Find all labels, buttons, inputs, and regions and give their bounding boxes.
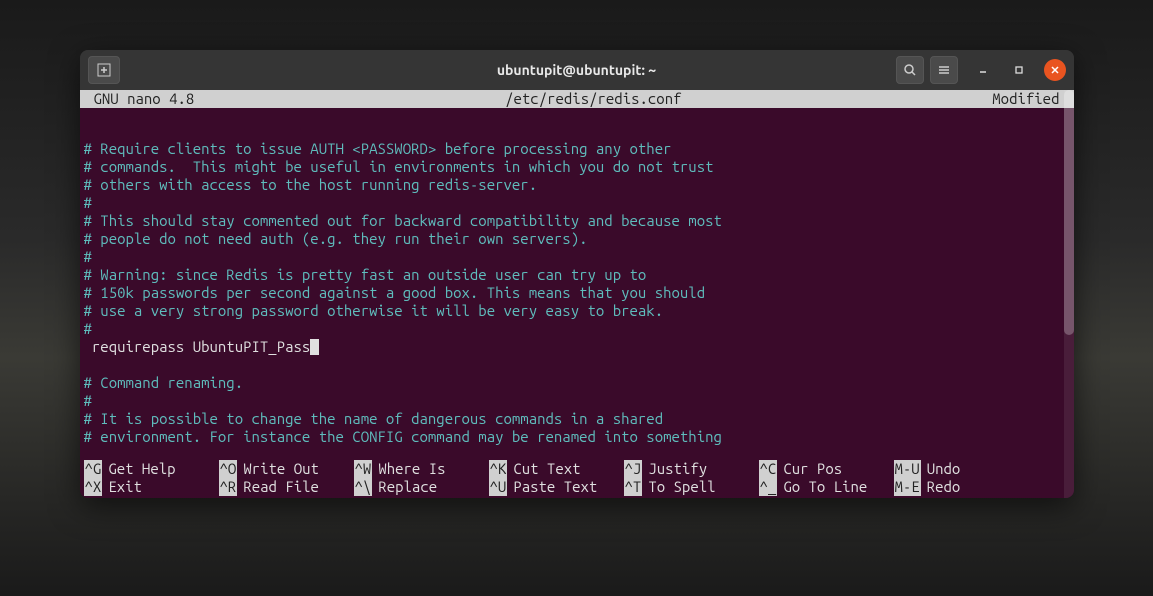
cursor bbox=[310, 339, 319, 355]
shortcut-label: Undo bbox=[927, 460, 961, 478]
nano-shortcuts: ^G Get Help ^O Write Out ^W Where Is ^K Cut Tex… bbox=[80, 446, 1074, 498]
comment-line: # others with access to the host running… bbox=[80, 176, 1074, 194]
shortcut-label: Get Help bbox=[108, 460, 175, 478]
new-tab-button[interactable] bbox=[88, 56, 120, 84]
shortcut-label: Paste Text bbox=[513, 478, 597, 496]
shortcut-item: ^R Read File bbox=[219, 478, 354, 496]
shortcut-item: ^\ Replace bbox=[354, 478, 489, 496]
shortcut-key: ^K bbox=[489, 460, 508, 478]
shortcut-label: Cur Pos bbox=[783, 460, 842, 478]
shortcut-key: ^R bbox=[219, 478, 238, 496]
nano-header: GNU nano 4.8 /etc/redis/redis.conf Modif… bbox=[80, 90, 1074, 108]
shortcut-key: ^\ bbox=[354, 478, 373, 496]
shortcut-item: ^U Paste Text bbox=[489, 478, 624, 496]
shortcut-item: ^C Cur Pos bbox=[759, 460, 894, 478]
close-button[interactable] bbox=[1044, 59, 1066, 81]
shortcut-label: Cut Text bbox=[513, 460, 580, 478]
scrollbar-thumb[interactable] bbox=[1064, 90, 1074, 335]
shortcut-key: ^U bbox=[489, 478, 508, 496]
shortcut-key: M-U bbox=[894, 460, 921, 478]
window-title: ubuntupit@ubuntupit: ~ bbox=[497, 62, 656, 78]
shortcut-label: Exit bbox=[108, 478, 142, 496]
comment-line: # This should stay commented out for bac… bbox=[80, 212, 1074, 230]
shortcut-item: ^_ Go To Line bbox=[759, 478, 894, 496]
shortcut-item: M-E Redo bbox=[894, 478, 1029, 496]
scrollbar[interactable] bbox=[1064, 90, 1074, 498]
shortcut-item: ^K Cut Text bbox=[489, 460, 624, 478]
shortcut-label: Write Out bbox=[243, 460, 319, 478]
shortcut-item: ^G Get Help bbox=[84, 460, 219, 478]
comment-line: # 150k passwords per second against a go… bbox=[80, 284, 1074, 302]
shortcut-key: ^C bbox=[759, 460, 778, 478]
terminal-area[interactable]: GNU nano 4.8 /etc/redis/redis.conf Modif… bbox=[80, 90, 1074, 498]
shortcut-label: Redo bbox=[927, 478, 961, 496]
comment-line: # use a very strong password otherwise i… bbox=[80, 302, 1074, 320]
comment-line: # people do not need auth (e.g. they run… bbox=[80, 230, 1074, 248]
shortcut-label: Go To Line bbox=[783, 478, 867, 496]
comment-line: # Command renaming. bbox=[80, 374, 1074, 392]
shortcut-label: Read File bbox=[243, 478, 319, 496]
comment-line: # bbox=[80, 194, 1074, 212]
shortcut-label: To Spell bbox=[648, 478, 715, 496]
shortcut-key: ^O bbox=[219, 460, 238, 478]
terminal-window: ubuntupit@ubuntupit: ~ GNU nano 4.8 /etc… bbox=[80, 50, 1074, 498]
shortcut-item: ^W Where Is bbox=[354, 460, 489, 478]
shortcut-item: M-U Undo bbox=[894, 460, 1029, 478]
minimize-button[interactable] bbox=[972, 59, 994, 81]
editor-body[interactable]: # Require clients to issue AUTH <PASSWOR… bbox=[80, 108, 1074, 446]
comment-line: # It is possible to change the name of d… bbox=[80, 410, 1074, 428]
shortcut-item: ^O Write Out bbox=[219, 460, 354, 478]
comment-line: # bbox=[80, 320, 1074, 338]
comment-line: # bbox=[80, 248, 1074, 266]
shortcut-label: Justify bbox=[648, 460, 707, 478]
titlebar: ubuntupit@ubuntupit: ~ bbox=[80, 50, 1074, 90]
shortcut-key: ^_ bbox=[759, 478, 778, 496]
shortcut-key: ^X bbox=[84, 478, 103, 496]
shortcut-key: ^W bbox=[354, 460, 373, 478]
shortcut-item: ^J Justify bbox=[624, 460, 759, 478]
comment-line: # environment. For instance the CONFIG c… bbox=[80, 428, 1074, 446]
file-status: Modified bbox=[992, 90, 1059, 108]
current-line: requirepass UbuntuPIT_Pass bbox=[80, 338, 1074, 356]
comment-line: # bbox=[80, 392, 1074, 410]
maximize-button[interactable] bbox=[1008, 59, 1030, 81]
shortcut-key: M-E bbox=[894, 478, 921, 496]
shortcut-label: Where Is bbox=[378, 460, 445, 478]
comment-line: # commands. This might be useful in envi… bbox=[80, 158, 1074, 176]
menu-button[interactable] bbox=[930, 56, 958, 84]
file-path: /etc/redis/redis.conf bbox=[505, 90, 681, 108]
comment-line: # Warning: since Redis is pretty fast an… bbox=[80, 266, 1074, 284]
shortcut-key: ^J bbox=[624, 460, 643, 478]
shortcut-item: ^X Exit bbox=[84, 478, 219, 496]
shortcut-key: ^G bbox=[84, 460, 103, 478]
comment-line: # Require clients to issue AUTH <PASSWOR… bbox=[80, 140, 1074, 158]
search-button[interactable] bbox=[896, 56, 924, 84]
shortcut-item: ^T To Spell bbox=[624, 478, 759, 496]
editor-name: GNU nano 4.8 bbox=[94, 90, 195, 108]
shortcut-label: Replace bbox=[378, 478, 437, 496]
shortcut-key: ^T bbox=[624, 478, 643, 496]
